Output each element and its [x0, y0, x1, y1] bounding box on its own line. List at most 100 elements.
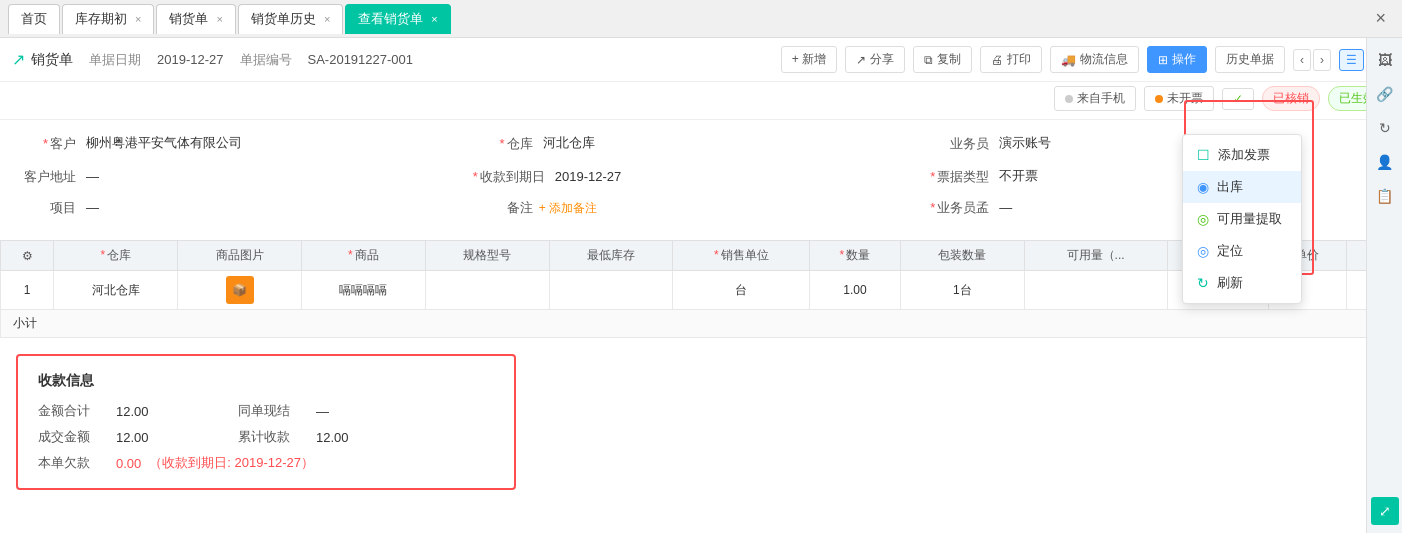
sidebar-user-icon[interactable]: 👤: [1371, 148, 1399, 176]
dropdown-available-pickup[interactable]: ◎ 可用量提取: [1183, 203, 1301, 235]
copy-icon: ⧉: [924, 53, 933, 67]
share-button[interactable]: ↗ 分享: [845, 46, 905, 73]
new-button[interactable]: + 新增: [781, 46, 837, 73]
doc-type-label: 销货单: [31, 51, 73, 69]
customer-label: 客户: [16, 135, 76, 153]
same-order-value: —: [316, 404, 329, 419]
locate-icon: ◎: [1197, 243, 1209, 259]
dropdown-outbound[interactable]: ◉ 出库: [1183, 171, 1301, 203]
document-header: ↗ 销货单 单据日期 2019-12-27 单据编号 SA-20191227-0…: [0, 38, 1402, 82]
tab-inventory-close[interactable]: ×: [135, 13, 141, 25]
operation-button[interactable]: ⊞ 操作: [1147, 46, 1207, 73]
sidebar-clipboard-icon[interactable]: 📋: [1371, 182, 1399, 210]
customer-field: 客户 柳州粤港平安气体有限公司: [16, 132, 473, 155]
tab-bar: 首页 库存期初 × 销货单 × 销货单历史 × 查看销货单 × ×: [0, 0, 1402, 38]
warehouse-value: 河北仓库: [539, 132, 599, 155]
from-phone-button[interactable]: 来自手机: [1054, 86, 1136, 111]
product-image: 📦: [226, 276, 254, 304]
not-open-button[interactable]: 未开票: [1144, 86, 1214, 111]
doc-date-label: 单据日期: [89, 51, 141, 69]
window-close-button[interactable]: ×: [1367, 8, 1394, 29]
doc-title: ↗ 销货单: [12, 50, 73, 69]
warehouse-label: 仓库: [473, 135, 533, 153]
sidebar-link-icon[interactable]: 🔗: [1371, 80, 1399, 108]
row-spec: [425, 271, 549, 310]
col-gear: ⚙: [1, 241, 54, 271]
ticket-type-label: 票据类型: [929, 168, 989, 186]
toolbar-row: 来自手机 未开票 ✓ 已核销 已生效: [0, 82, 1402, 120]
col-min-stock: 最低库存: [549, 241, 673, 271]
ticket-type-value: 不开票: [995, 165, 1042, 188]
row-min-stock: [549, 271, 673, 310]
amount-label: 金额合计: [38, 402, 108, 420]
row-index: 1: [1, 271, 54, 310]
col-unit: 销售单位: [673, 241, 810, 271]
col-available: 可用量（...: [1024, 241, 1167, 271]
add-invoice-label: 添加发票: [1218, 146, 1270, 164]
sales-staff-value: —: [995, 198, 1016, 218]
print-icon: 🖨: [991, 53, 1003, 67]
tab-sales-close[interactable]: ×: [216, 13, 222, 25]
amount-value: 12.00: [116, 404, 149, 419]
sidebar-image-icon[interactable]: 🖼: [1371, 46, 1399, 74]
sidebar-refresh-icon[interactable]: ↻: [1371, 114, 1399, 142]
payment-date-value: 2019-12-27: [551, 167, 626, 187]
cumulative-row: 累计收款 12.00: [238, 428, 438, 446]
note-field: 备注 + 添加备注: [473, 199, 930, 217]
tab-sales-history[interactable]: 销货单历史 ×: [238, 4, 343, 34]
prev-button[interactable]: ‹: [1293, 49, 1311, 71]
tab-home-label: 首页: [21, 10, 47, 28]
address-value: —: [82, 167, 103, 187]
current-due-value: 0.00: [116, 456, 141, 471]
confirm-button[interactable]: ✓: [1222, 88, 1254, 110]
payment-grid: 金额合计 12.00 同单现结 — 成交金额 12.00 累计收款 12.00: [38, 402, 494, 472]
form-row-1: 客户 柳州粤港平安气体有限公司 仓库 河北仓库 业务员 演示账号: [16, 132, 1386, 155]
same-order-label: 同单现结: [238, 402, 308, 420]
dropdown-locate[interactable]: ◎ 定位: [1183, 235, 1301, 267]
dropdown-refresh[interactable]: ↻ 刷新: [1183, 267, 1301, 299]
tab-home[interactable]: 首页: [8, 4, 60, 34]
transaction-value: 12.00: [116, 430, 149, 445]
sidebar-expand-icon[interactable]: ⤢: [1371, 497, 1399, 525]
tab-view-close[interactable]: ×: [431, 13, 437, 25]
warehouse-field: 仓库 河北仓库: [473, 132, 930, 155]
form-row-3: 项目 — 备注 + 添加备注 业务员孟 —: [16, 198, 1386, 218]
operation-dropdown: ☐ 添加发票 ◉ 出库 ◎ 可用量提取 ◎ 定位 ↻ 刷新: [1182, 134, 1302, 304]
cumulative-value: 12.00: [316, 430, 349, 445]
payment-info-box: 收款信息 金额合计 12.00 同单现结 — 成交金额 12.00 累计收款 1…: [16, 354, 516, 490]
transaction-row: 成交金额 12.00: [38, 428, 238, 446]
tab-inventory-label: 库存期初: [75, 10, 127, 28]
grid-icon: ⊞: [1158, 53, 1168, 67]
add-note-button[interactable]: + 添加备注: [539, 200, 597, 217]
confirm-icon: ✓: [1233, 92, 1243, 106]
row-unit: 台: [673, 271, 810, 310]
customer-value: 柳州粤港平安气体有限公司: [82, 132, 246, 155]
row-pack-qty: 1台: [900, 271, 1024, 310]
doc-number-value: SA-20191227-001: [308, 52, 414, 67]
outbound-label: 出库: [1217, 178, 1243, 196]
row-quantity: 1.00: [810, 271, 901, 310]
print-button[interactable]: 🖨 打印: [980, 46, 1042, 73]
tab-view-sales[interactable]: 查看销货单 ×: [345, 4, 450, 34]
sales-staff-field: 业务员孟 —: [929, 198, 1386, 218]
tab-sales-order[interactable]: 销货单 ×: [156, 4, 235, 34]
payment-date-label: 收款到期日: [473, 168, 545, 186]
share-icon: ↗: [856, 53, 866, 67]
sales-order-icon: ↗: [12, 50, 25, 69]
amount-row: 金额合计 12.00: [38, 402, 238, 420]
main-content: ↗ 销货单 单据日期 2019-12-27 单据编号 SA-20191227-0…: [0, 38, 1402, 533]
next-button[interactable]: ›: [1313, 49, 1331, 71]
col-warehouse: 仓库: [54, 241, 178, 271]
ticket-type-field: 票据类型 不开票: [929, 165, 1386, 188]
logistics-button[interactable]: 🚚 物流信息: [1050, 46, 1139, 73]
tab-inventory-init[interactable]: 库存期初 ×: [62, 4, 154, 34]
list-view-button[interactable]: ☰: [1339, 49, 1364, 71]
dropdown-add-invoice[interactable]: ☐ 添加发票: [1183, 139, 1301, 171]
refresh-icon: ↻: [1197, 275, 1209, 291]
tab-history-close[interactable]: ×: [324, 13, 330, 25]
copy-button[interactable]: ⧉ 复制: [913, 46, 972, 73]
history-button[interactable]: 历史单据: [1215, 46, 1285, 73]
payment-title: 收款信息: [38, 372, 494, 390]
row-warehouse: 河北仓库: [54, 271, 178, 310]
staff-value: 演示账号: [995, 132, 1055, 155]
